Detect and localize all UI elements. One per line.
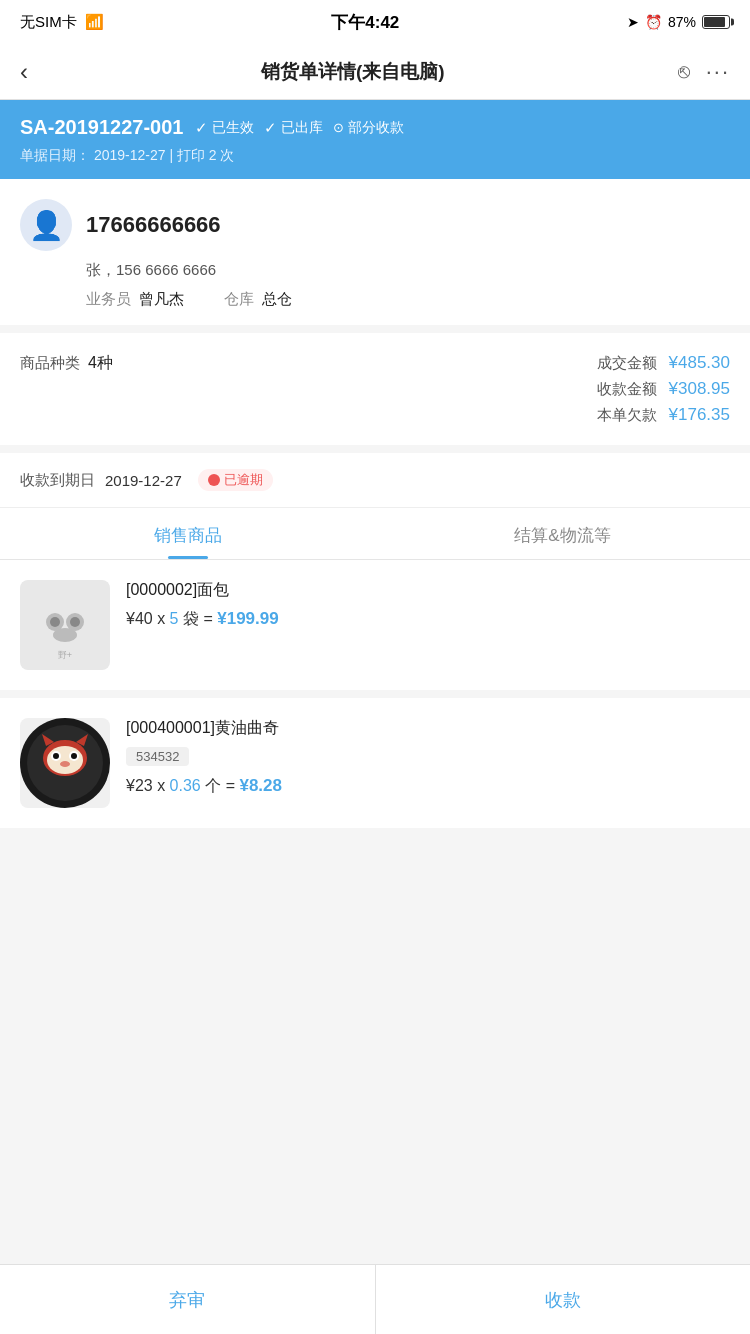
due-date-section: 收款到期日 2019-12-27 已逾期 — [0, 453, 750, 508]
collect-payment-button[interactable]: 收款 — [376, 1265, 751, 1334]
summary-amounts: 成交金额 ¥485.30 收款金额 ¥308.95 本单欠款 ¥176.35 — [597, 353, 730, 425]
status-badges: ✓ 已生效 ✓ 已出库 ⊙ 部分收款 — [195, 119, 404, 137]
tabs-bar: 销售商品 结算&物流等 — [0, 508, 750, 560]
customer-meta: 业务员 曾凡杰 仓库 总仓 — [20, 290, 730, 309]
status-active-badge: ✓ 已生效 — [195, 119, 254, 137]
product-card: 野+ [0000002]面包 ¥40 x 5 袋 = ¥199.99 — [0, 560, 750, 690]
svg-point-4 — [70, 617, 80, 627]
order-date-info: 单据日期： 2019-12-27 | 打印 2 次 — [20, 147, 730, 165]
warehouse-meta: 仓库 总仓 — [224, 290, 292, 309]
product-info: [000400001]黄油曲奇 534532 ¥23 x 0.36 个 = ¥8… — [126, 718, 730, 797]
summary-row: 商品种类 4种 成交金额 ¥485.30 收款金额 ¥308.95 本单欠款 ¥… — [20, 353, 730, 425]
svg-point-15 — [60, 761, 70, 767]
kinds-info: 商品种类 4种 — [20, 353, 113, 374]
debt-amount-row: 本单欠款 ¥176.35 — [597, 405, 730, 425]
status-left: 无SIM卡 📶 — [20, 13, 104, 32]
reject-button[interactable]: 弃审 — [0, 1265, 376, 1334]
product-info: [0000002]面包 ¥40 x 5 袋 = ¥199.99 — [126, 580, 730, 630]
product-pricing: ¥23 x 0.36 个 = ¥8.28 — [126, 776, 730, 797]
page-title: 销货单详情(来自电脑) — [261, 59, 445, 85]
summary-left: 商品种类 4种 — [20, 353, 113, 374]
status-shipped-badge: ✓ 已出库 — [264, 119, 323, 137]
overdue-dot-icon — [208, 474, 220, 486]
person-icon: 👤 — [29, 209, 64, 242]
product-thumbnail: 野+ — [20, 580, 110, 670]
wifi-icon: 📶 — [85, 13, 104, 31]
status-partial-badge: ⊙ 部分收款 — [333, 119, 404, 137]
overdue-badge: 已逾期 — [198, 469, 273, 491]
status-time: 下午4:42 — [331, 11, 399, 34]
received-amount-row: 收款金额 ¥308.95 — [597, 379, 730, 399]
summary-section: 商品种类 4种 成交金额 ¥485.30 收款金额 ¥308.95 本单欠款 ¥… — [0, 333, 750, 445]
avatar: 👤 — [20, 199, 72, 251]
status-right: ➤ ⏰ 87% — [627, 14, 730, 30]
svg-text:野+: 野+ — [58, 650, 72, 660]
more-icon[interactable]: ··· — [706, 59, 730, 85]
products-section: 野+ [0000002]面包 ¥40 x 5 袋 = ¥199.99 — [0, 560, 750, 916]
product-name: [000400001]黄油曲奇 — [126, 718, 730, 739]
order-id: SA-20191227-001 — [20, 116, 183, 139]
svg-point-14 — [71, 753, 77, 759]
customer-phone: 17666666666 — [86, 212, 221, 238]
customer-section: 👤 17666666666 张，156 6666 6666 业务员 曾凡杰 仓库… — [0, 179, 750, 325]
trade-amount-row: 成交金额 ¥485.30 — [597, 353, 730, 373]
share-icon[interactable]: ⎋ — [678, 60, 690, 83]
sales-person-meta: 业务员 曾凡杰 — [86, 290, 184, 309]
battery-text: 87% — [668, 14, 696, 30]
tab-sales-products[interactable]: 销售商品 — [0, 508, 375, 559]
due-label: 收款到期日 — [20, 471, 95, 490]
battery-icon — [702, 15, 730, 29]
nav-bar: ‹ 销货单详情(来自电脑) ⎋ ··· — [0, 44, 750, 100]
alarm-icon: ⏰ — [645, 14, 662, 30]
clock-icon: ⊙ — [333, 120, 344, 135]
status-bar: 无SIM卡 📶 下午4:42 ➤ ⏰ 87% — [0, 0, 750, 44]
product-card: [000400001]黄油曲奇 534532 ¥23 x 0.36 个 = ¥8… — [0, 698, 750, 828]
svg-point-3 — [50, 617, 60, 627]
carrier-text: 无SIM卡 — [20, 13, 77, 32]
product-name: [0000002]面包 — [126, 580, 730, 601]
product-thumbnail — [20, 718, 110, 808]
svg-point-10 — [47, 746, 83, 774]
product-sku: 534532 — [126, 747, 189, 766]
check-icon-1: ✓ — [195, 119, 208, 137]
bottom-bar: 弃审 收款 — [0, 1264, 750, 1334]
check-icon-2: ✓ — [264, 119, 277, 137]
svg-point-13 — [53, 753, 59, 759]
order-id-row: SA-20191227-001 ✓ 已生效 ✓ 已出库 ⊙ 部分收款 — [20, 116, 730, 139]
svg-point-5 — [53, 628, 77, 642]
product-pricing: ¥40 x 5 袋 = ¥199.99 — [126, 609, 730, 630]
due-date-value: 2019-12-27 — [105, 472, 182, 489]
customer-name: 张，156 6666 6666 — [20, 261, 730, 280]
order-header-banner: SA-20191227-001 ✓ 已生效 ✓ 已出库 ⊙ 部分收款 单据日期：… — [0, 100, 750, 179]
tab-settlement[interactable]: 结算&物流等 — [375, 508, 750, 559]
customer-row: 👤 17666666666 — [20, 199, 730, 251]
nav-actions: ⎋ ··· — [678, 59, 730, 85]
back-button[interactable]: ‹ — [20, 58, 28, 86]
location-icon: ➤ — [627, 14, 639, 30]
